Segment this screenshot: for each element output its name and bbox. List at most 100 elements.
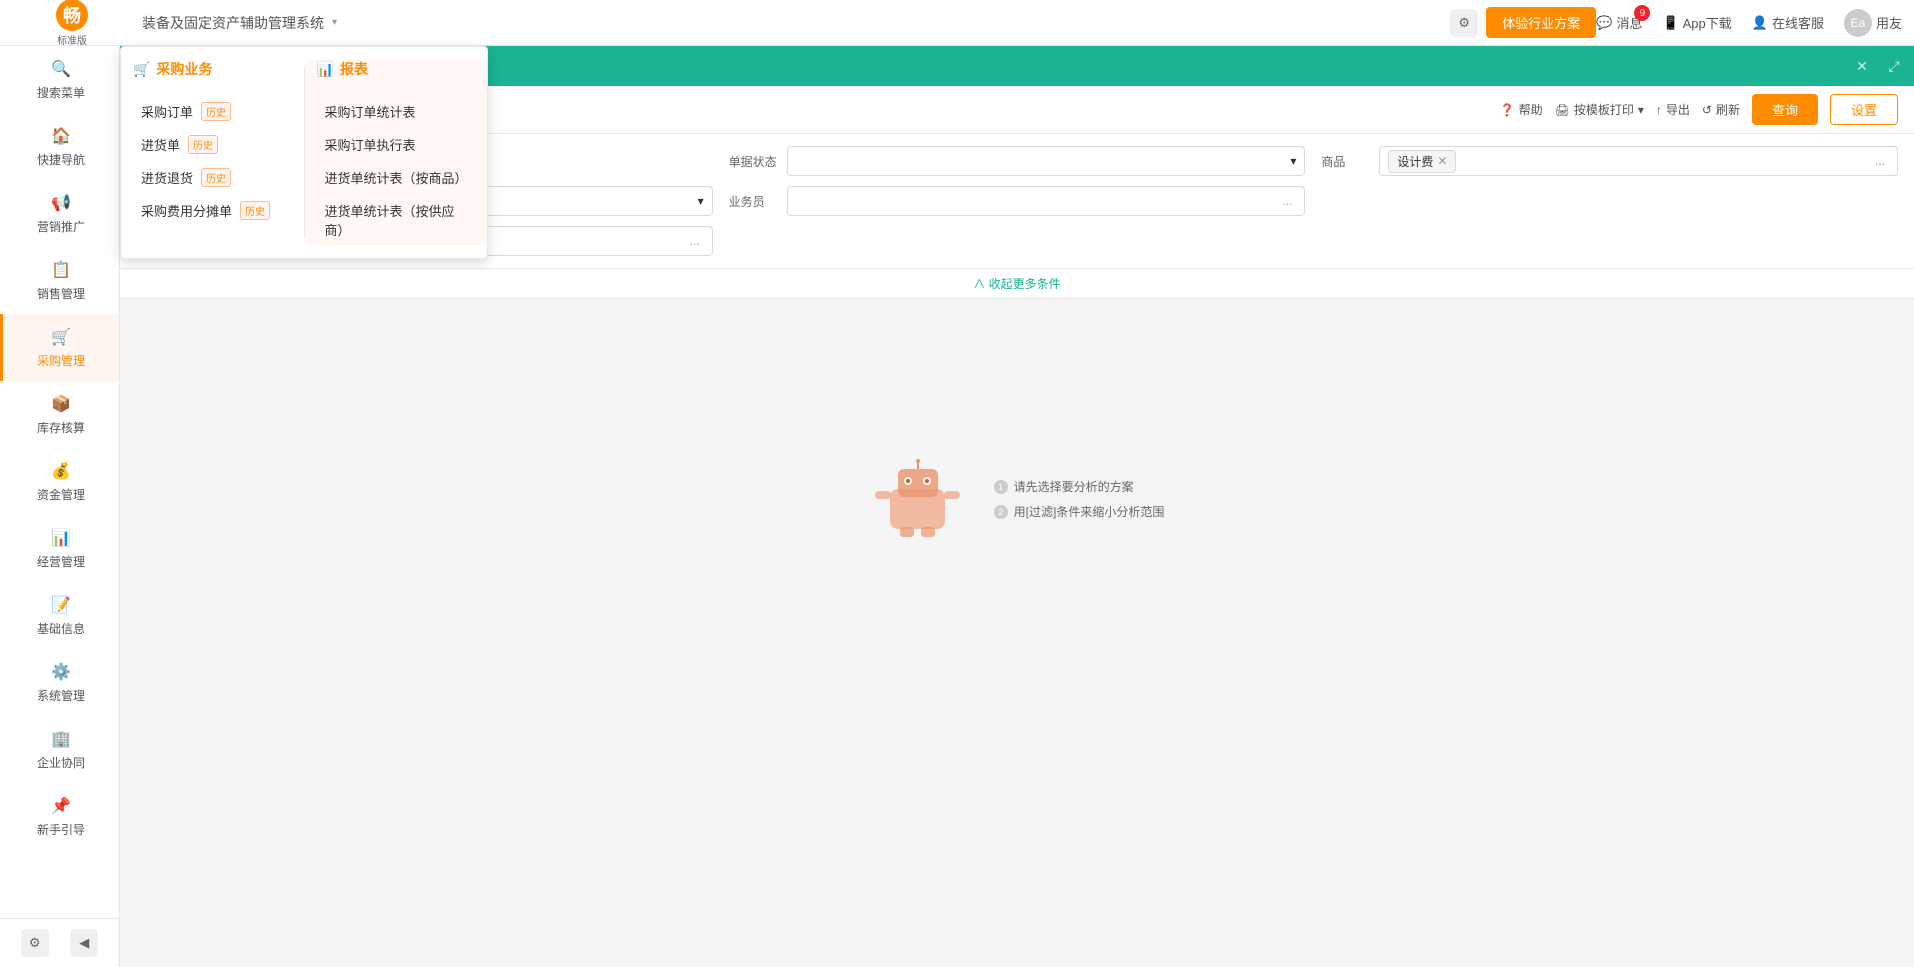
menu-item-goods-receipt-label: 进货单 (141, 135, 180, 154)
system-icon: ⚙️ (50, 661, 72, 683)
menu-item-purchase-order[interactable]: 采购订单 历史 (133, 95, 292, 128)
empty-state: 1 请先选择要分析的方案 2 用[过滤]条件来缩小分析范围 (120, 299, 1914, 699)
salesman-label: 业务员 (729, 193, 779, 210)
menu-item-goods-return[interactable]: 进货退货 历史 (133, 161, 292, 194)
print-label: 按模板打印 (1574, 101, 1634, 118)
service-icon: 👤 (1752, 15, 1768, 31)
sidebar-collapse-btn[interactable]: ◀ (70, 929, 98, 957)
sidebar-label-enterprise: 企业协同 (37, 754, 85, 771)
sidebar-label-operation: 经营管理 (37, 553, 85, 570)
collapse-btn[interactable]: ∧ 收起更多条件 (120, 269, 1914, 299)
empty-tip-1: 1 请先选择要分析的方案 (994, 478, 1165, 495)
tip-dot-1: 1 (994, 480, 1008, 494)
menu-item-order-exec-label: 采购订单执行表 (325, 135, 416, 154)
sidebar-label-search: 搜索菜单 (37, 84, 85, 101)
sidebar-item-basic[interactable]: 📝 基础信息 (0, 582, 119, 649)
purchase-section-icon: 🛒 (133, 61, 150, 78)
sidebar-item-search[interactable]: 🔍 搜索菜单 (0, 46, 119, 113)
sidebar-label-guide: 新手引导 (37, 821, 85, 838)
system-name-text: 装备及固定资产辅助管理系统 (142, 13, 324, 33)
export-btn[interactable]: ↑ 导出 (1656, 101, 1690, 118)
salesman-dots[interactable]: ... (1278, 194, 1296, 208)
sidebar-item-enterprise[interactable]: 🏢 企业协同 (0, 716, 119, 783)
sidebar-item-inventory[interactable]: 📦 库存核算 (0, 381, 119, 448)
sidebar-item-system[interactable]: ⚙️ 系统管理 (0, 649, 119, 716)
tab-maximize-btn[interactable]: ⤢ (1882, 54, 1906, 78)
help-btn[interactable]: ❓ 帮助 (1500, 101, 1543, 118)
goods-tag-close[interactable]: ✕ (1437, 154, 1447, 168)
status-label: 单据状态 (729, 153, 779, 170)
sidebar-settings-btn[interactable]: ⚙ (21, 929, 49, 957)
menu-item-purchase-expense[interactable]: 采购费用分摊单 历史 (133, 194, 292, 227)
search-icon: 🔍 (50, 58, 72, 80)
menu-item-order-stat-label: 采购订单统计表 (325, 102, 416, 121)
message-icon-item[interactable]: 💬 消息 9 (1596, 13, 1642, 32)
sidebar-bottom: ⚙ ◀ (0, 918, 119, 967)
sidebar-item-marketing[interactable]: 📢 营销推广 (0, 180, 119, 247)
refresh-label: 刷新 (1716, 101, 1740, 118)
goods-label: 商品 (1321, 153, 1371, 170)
empty-tip-2: 2 用[过滤]条件来缩小分析范围 (994, 503, 1165, 520)
print-btn[interactable]: 🖨 按模板打印 ▾ (1555, 101, 1644, 118)
app-label: App下载 (1683, 13, 1732, 32)
top-header: 畅 标准版 装备及固定资产辅助管理系统 ▾ ⚙ 体验行业方案 💬 消息 9 📱 … (0, 0, 1914, 46)
sidebar-label-marketing: 营销推广 (37, 218, 85, 235)
menu-item-order-exec[interactable]: 采购订单执行表 (317, 128, 476, 161)
customer-dots[interactable]: ... (686, 234, 704, 248)
tip-1-text: 请先选择要分析的方案 (1014, 478, 1134, 495)
service-label: 在线客服 (1772, 13, 1824, 32)
sidebar-item-operation[interactable]: 📊 经营管理 (0, 515, 119, 582)
salesman-select[interactable]: ... (787, 186, 1306, 216)
goods-select[interactable]: 设计费 ✕ ... (1379, 146, 1898, 176)
online-service-item[interactable]: 👤 在线客服 (1752, 13, 1824, 32)
hist-badge-2[interactable]: 历史 (201, 168, 231, 187)
refresh-icon: ↺ (1702, 103, 1712, 117)
sidebar-item-finance[interactable]: 💰 资金管理 (0, 448, 119, 515)
system-dropdown-arrow[interactable]: ▾ (332, 17, 337, 28)
menu-item-receipt-stat-goods[interactable]: 进货单统计表（按商品） (317, 161, 476, 194)
menu-item-receipt-stat-supplier[interactable]: 进货单统计表（按供应商） (317, 194, 476, 246)
purchase-menu-section: 🛒 采购业务 采购订单 历史 进货单 历史 进货退货 历史 采购费用分摊单 历史 (121, 59, 304, 246)
logo-area: 畅 标准版 (12, 0, 132, 47)
sidebar: 🔍 搜索菜单 🏠 快捷导航 📢 营销推广 📋 销售管理 🛒 采购管理 📦 库存核… (0, 46, 120, 967)
menu-item-order-stat[interactable]: 采购订单统计表 (317, 95, 476, 128)
hist-badge-3[interactable]: 历史 (240, 201, 270, 220)
settings-btn[interactable]: 设置 (1830, 94, 1898, 125)
help-icon: ❓ (1500, 103, 1515, 117)
goods-filter-item: 商品 设计费 ✕ ... (1321, 146, 1898, 176)
logo-icon: 畅 (56, 0, 88, 31)
gear-button[interactable]: ⚙ (1450, 9, 1478, 37)
sidebar-label-sales: 销售管理 (37, 285, 85, 302)
help-label: 帮助 (1519, 101, 1543, 118)
marketing-icon: 📢 (50, 192, 72, 214)
trial-button[interactable]: 体验行业方案 (1486, 7, 1596, 38)
hist-badge-0[interactable]: 历史 (201, 102, 231, 121)
menu-item-goods-receipt[interactable]: 进货单 历史 (133, 128, 292, 161)
export-label: 导出 (1666, 101, 1690, 118)
status-select[interactable]: ▾ (787, 146, 1306, 176)
query-btn[interactable]: 查询 (1752, 94, 1818, 125)
menu-item-purchase-order-label: 采购订单 (141, 102, 193, 121)
message-icon: 💬 (1596, 15, 1612, 31)
app-download-item[interactable]: 📱 App下载 (1662, 13, 1731, 32)
tip-2-text: 用[过滤]条件来缩小分析范围 (1014, 503, 1165, 520)
purchase-dropdown-menu: 🛒 采购业务 采购订单 历史 进货单 历史 进货退货 历史 采购费用分摊单 历史… (120, 46, 488, 259)
system-name: 装备及固定资产辅助管理系统 ▾ (132, 13, 1450, 33)
user-item[interactable]: Ea 用友 (1844, 9, 1902, 37)
menu-item-purchase-expense-label: 采购费用分摊单 (141, 201, 232, 220)
tab-close-all-btn[interactable]: ✕ (1850, 54, 1874, 78)
report-section-icon: 📊 (317, 61, 334, 78)
home-icon: 🏠 (50, 125, 72, 147)
sidebar-item-guide[interactable]: 📌 新手引导 (0, 783, 119, 850)
sidebar-item-purchase[interactable]: 🛒 采购管理 (0, 314, 119, 381)
sidebar-item-quick-nav[interactable]: 🏠 快捷导航 (0, 113, 119, 180)
sidebar-item-sales[interactable]: 📋 销售管理 (0, 247, 119, 314)
sidebar-label-basic: 基础信息 (37, 620, 85, 637)
hist-badge-1[interactable]: 历史 (188, 135, 218, 154)
tab-bar-right: ✕ ⤢ (1850, 54, 1906, 78)
refresh-btn[interactable]: ↺ 刷新 (1702, 101, 1740, 118)
goods-dots[interactable]: ... (1871, 154, 1889, 168)
sidebar-label-inventory: 库存核算 (37, 419, 85, 436)
goods-tag-text: 设计费 (1397, 153, 1433, 170)
sidebar-label-system: 系统管理 (37, 687, 85, 704)
